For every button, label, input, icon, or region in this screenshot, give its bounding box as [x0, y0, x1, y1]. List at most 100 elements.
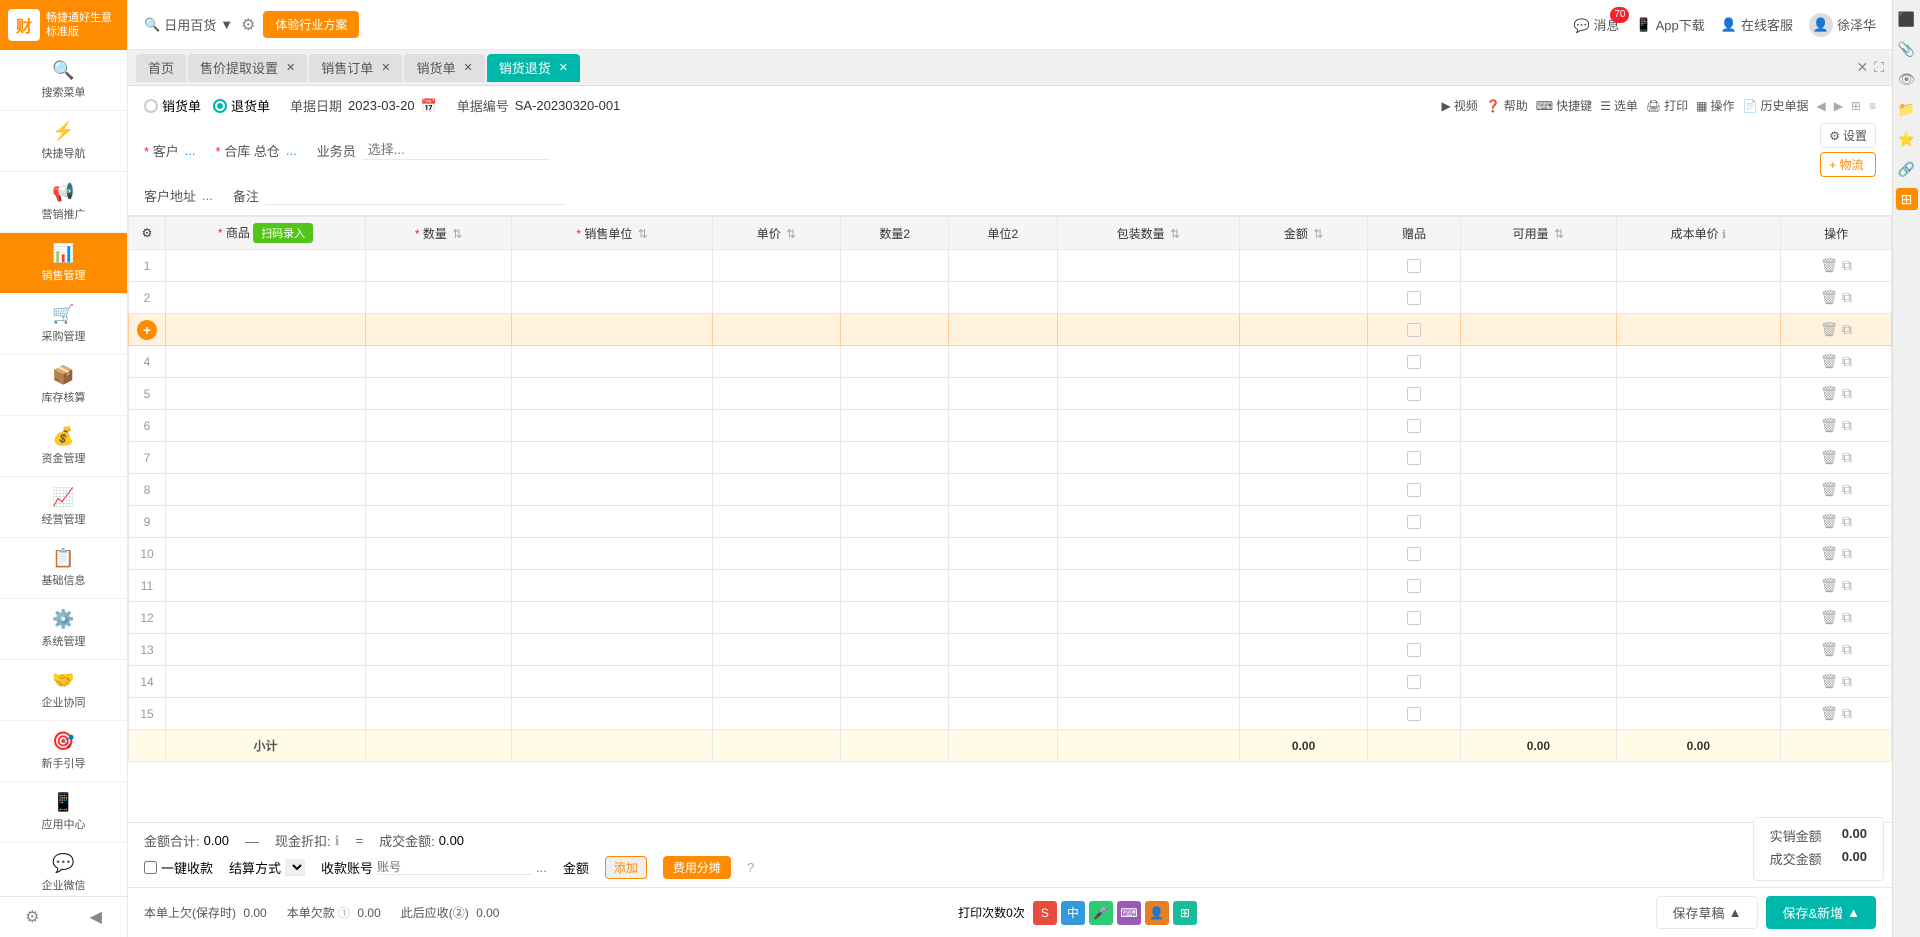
gift-checkbox[interactable] [1407, 451, 1421, 465]
product-input[interactable] [174, 323, 357, 337]
unit-sort-icon[interactable]: ⇅ [638, 227, 648, 241]
help-btn[interactable]: ❓ 帮助 [1486, 97, 1528, 114]
actions-cell[interactable]: 🗑⧉ [1781, 250, 1892, 282]
copy-row-icon[interactable]: ⧉ [1842, 673, 1852, 690]
delete-row-icon[interactable]: 🗑 [1820, 481, 1838, 498]
delete-row-icon[interactable]: 🗑 [1820, 353, 1838, 370]
delete-row-icon[interactable]: 🗑 [1820, 705, 1838, 722]
right-panel-icon-3[interactable]: 👁 [1896, 68, 1918, 90]
logistics-btn[interactable]: + 物流 [1820, 152, 1876, 177]
icon-app[interactable]: ⌨ [1117, 901, 1141, 925]
collapse-icon[interactable]: ◀ [90, 907, 102, 927]
tab-price-settings-close[interactable]: ✕ [286, 61, 295, 74]
sidebar-item-system[interactable]: ⚙️ 系统管理 [0, 599, 127, 660]
table-container[interactable]: ⚙ * 商品 扫码录入 * 数量 ⇅ * 销售单位 ⇅ 单价 ⇅ 数量2 单位2… [128, 216, 1892, 822]
product-cell[interactable] [166, 282, 366, 314]
settings-gear-icon[interactable]: ⚙ [241, 15, 255, 35]
tab-sales-delivery[interactable]: 销货单 ✕ [404, 54, 484, 82]
sidebar-item-sales[interactable]: 📊 销售管理 [0, 233, 127, 294]
copy-row-icon[interactable]: ⧉ [1842, 385, 1852, 402]
radio-return[interactable]: 退货单 [213, 96, 270, 115]
shortcut-btn[interactable]: ⌨ 快捷键 [1536, 97, 1592, 114]
print-btn[interactable]: 🖨 打印 [1646, 97, 1688, 114]
close-tab-icon[interactable]: ✕ [1856, 59, 1868, 76]
settings-bottom-icon[interactable]: ⚙ [25, 907, 39, 927]
copy-row-icon[interactable]: ⧉ [1842, 609, 1852, 626]
delete-row-icon[interactable]: 🗑 [1820, 577, 1838, 594]
sidebar-item-appstore[interactable]: 📱 应用中心 [0, 782, 127, 843]
product-cell[interactable] [166, 474, 366, 506]
nav-next-icon[interactable]: ▶ [1834, 99, 1843, 113]
gift-checkbox[interactable] [1407, 643, 1421, 657]
delete-row-icon[interactable]: 🗑 [1820, 321, 1838, 338]
gift-checkbox[interactable] [1407, 675, 1421, 689]
actions-cell[interactable]: 🗑⧉ [1781, 378, 1892, 410]
delete-row-icon[interactable]: 🗑 [1820, 417, 1838, 434]
gift-checkbox[interactable] [1407, 387, 1421, 401]
delete-row-icon[interactable]: 🗑 [1820, 385, 1838, 402]
product-cell[interactable] [166, 378, 366, 410]
tab-sales-delivery-close[interactable]: ✕ [464, 61, 473, 74]
add-payment-btn[interactable]: 添加 [605, 856, 647, 879]
copy-row-icon[interactable]: ⧉ [1842, 417, 1852, 434]
radio-sale[interactable]: 销货单 [144, 96, 201, 115]
tab-sales-order-close[interactable]: ✕ [381, 61, 390, 74]
account-dots[interactable]: ... [536, 860, 547, 875]
actions-cell[interactable]: 🗑⧉ [1781, 410, 1892, 442]
product-cell[interactable] [166, 666, 366, 698]
copy-row-icon[interactable]: ⧉ [1842, 449, 1852, 466]
save-new-btn[interactable]: 保存&新增 ▲ [1766, 896, 1876, 929]
save-draft-btn[interactable]: 保存草稿 ▲ [1656, 896, 1759, 929]
actions-cell[interactable]: 🗑⧉ [1781, 602, 1892, 634]
delete-row-icon[interactable]: 🗑 [1820, 641, 1838, 658]
gift-checkbox[interactable] [1407, 291, 1421, 305]
select-btn[interactable]: ☰ 选单 [1600, 97, 1638, 114]
copy-row-icon[interactable]: ⧉ [1842, 513, 1852, 530]
sidebar-item-enterprise[interactable]: 🤝 企业协同 [0, 660, 127, 721]
current-debt-help[interactable]: ① [338, 906, 350, 920]
nav-prev-icon[interactable]: ◀ [1816, 99, 1825, 113]
right-panel-icon-6[interactable]: 🔗 [1896, 158, 1918, 180]
sidebar-item-newbie[interactable]: 🎯 新手引导 [0, 721, 127, 782]
col-settings[interactable]: ⚙ [129, 217, 166, 250]
quantity-sort-icon[interactable]: ⇅ [452, 227, 462, 241]
product-cell[interactable] [166, 410, 366, 442]
tab-sales-return-close[interactable]: ✕ [559, 61, 568, 74]
gift-checkbox[interactable] [1407, 515, 1421, 529]
product-cell[interactable] [166, 634, 366, 666]
delete-row-icon[interactable]: 🗑 [1820, 257, 1838, 274]
right-panel-icon-2[interactable]: 📎 [1896, 38, 1918, 60]
message-btn[interactable]: 💬 消息 70 [1574, 15, 1620, 34]
actions-cell[interactable]: 🗑⧉ [1781, 474, 1892, 506]
settings-btn[interactable]: ⚙ 设置 [1820, 123, 1876, 148]
product-cell[interactable] [166, 442, 366, 474]
experience-btn[interactable]: 体验行业方案 [263, 11, 359, 38]
icon-user[interactable]: 👤 [1145, 901, 1169, 925]
gift-checkbox[interactable] [1407, 259, 1421, 273]
product-cell[interactable] [166, 538, 366, 570]
operate-btn[interactable]: ▦ 操作 [1696, 97, 1734, 114]
actions-cell[interactable]: 🗑⧉ [1781, 538, 1892, 570]
right-panel-icon-5[interactable]: ⭐ [1896, 128, 1918, 150]
customer-input[interactable]: ... [185, 143, 196, 158]
one-click-payment-checkbox[interactable] [144, 861, 157, 874]
scan-btn[interactable]: 扫码录入 [253, 223, 313, 243]
sidebar-item-purchase[interactable]: 🛒 采购管理 [0, 294, 127, 355]
product-cell[interactable] [166, 602, 366, 634]
tab-sales-order[interactable]: 销售订单 ✕ [309, 54, 402, 82]
copy-row-icon[interactable]: ⧉ [1842, 481, 1852, 498]
copy-row-icon[interactable]: ⧉ [1842, 289, 1852, 306]
sidebar-item-inventory[interactable]: 📦 库存核算 [0, 355, 127, 416]
sidebar-item-wecom[interactable]: 💬 企业微信 [0, 843, 127, 896]
help-icon[interactable]: ℹ [335, 833, 340, 849]
copy-row-icon[interactable]: ⧉ [1842, 577, 1852, 594]
delete-row-icon[interactable]: 🗑 [1820, 513, 1838, 530]
tab-price-settings[interactable]: 售价提取设置 ✕ [188, 54, 307, 82]
gift-checkbox[interactable] [1407, 611, 1421, 625]
gift-checkbox[interactable] [1407, 547, 1421, 561]
settlement-select[interactable] [285, 859, 305, 876]
icon-voice[interactable]: 🎤 [1089, 901, 1113, 925]
copy-row-icon[interactable]: ⧉ [1842, 705, 1852, 722]
icon-s[interactable]: S [1033, 901, 1057, 925]
product-cell[interactable] [166, 314, 366, 346]
